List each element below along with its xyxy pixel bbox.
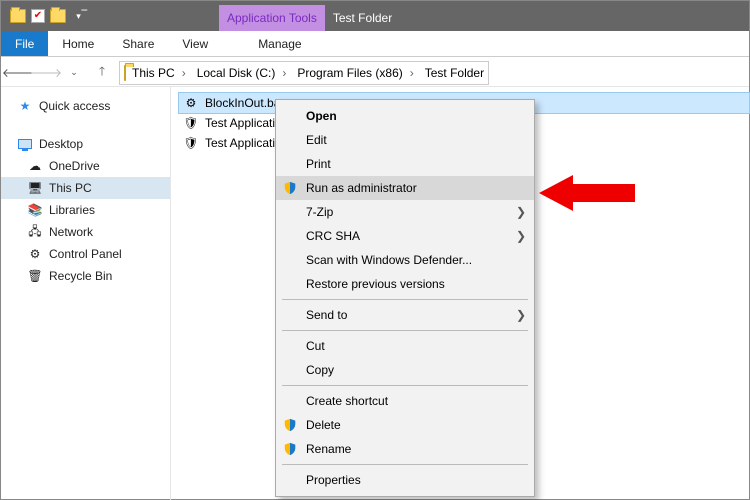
context-menu-item[interactable]: Properties — [276, 468, 534, 492]
nav-icon: ⚙ — [27, 246, 43, 262]
context-menu-item[interactable]: Delete — [276, 413, 534, 437]
breadcrumb-item[interactable]: This PC — [130, 66, 191, 80]
nav-item[interactable]: 📚 Libraries — [1, 199, 170, 221]
address-bar[interactable]: This PC Local Disk (C:) Program Files (x… — [119, 61, 489, 85]
shield-icon — [282, 180, 298, 196]
address-bar-row: 🡐 🡒 ⌄ 🡑 This PC Local Disk (C:) Program … — [1, 57, 749, 87]
nav-icon: 🖥 — [27, 180, 43, 196]
context-menu-item[interactable]: Restore previous versions — [276, 272, 534, 296]
nav-item[interactable]: 🖧 Network — [1, 221, 170, 243]
menu-label: Restore previous versions — [306, 277, 445, 291]
file-tab[interactable]: File — [1, 31, 48, 56]
back-button[interactable]: 🡐 — [7, 62, 29, 84]
title-bar: ✔ ▾− Application Tools Test Folder — [1, 1, 749, 31]
breadcrumb-item[interactable]: Local Disk (C:) — [195, 66, 292, 80]
context-menu: OpenEditPrintRun as administrator7-Zip❯C… — [275, 99, 535, 497]
context-menu-item[interactable]: Create shortcut — [276, 389, 534, 413]
menu-label: Copy — [306, 363, 334, 377]
menu-label: 7-Zip — [306, 205, 333, 219]
file-name: BlockInOut.bat — [205, 96, 284, 110]
recent-locations-dropdown[interactable]: ⌄ — [63, 62, 85, 84]
nav-label: Quick access — [39, 99, 110, 113]
shield-icon — [282, 441, 298, 457]
context-menu-item[interactable]: 7-Zip ❯ — [276, 200, 534, 224]
menu-label: Edit — [306, 133, 327, 147]
menu-label: CRC SHA — [306, 229, 360, 243]
contextual-tab-app-tools[interactable]: Application Tools — [219, 5, 325, 31]
nav-item[interactable]: ⚙ Control Panel — [1, 243, 170, 265]
menu-label: Scan with Windows Defender... — [306, 253, 472, 267]
menu-label: Delete — [306, 418, 341, 432]
breadcrumb-item[interactable]: Program Files (x86) — [295, 66, 418, 80]
menu-label: Open — [306, 109, 337, 123]
ribbon-tab-home[interactable]: Home — [48, 31, 108, 56]
menu-label: Rename — [306, 442, 351, 456]
nav-item[interactable]: 🖥 This PC — [1, 177, 170, 199]
navigation-pane: ★ Quick access Desktop ☁ OneDrive 🖥 This PC… — [1, 87, 171, 500]
nav-label: OneDrive — [49, 159, 100, 173]
chevron-right-icon: ❯ — [516, 308, 526, 322]
menu-label: Run as administrator — [306, 181, 417, 195]
context-menu-item[interactable]: CRC SHA ❯ — [276, 224, 534, 248]
file-icon: 🛡 — [183, 135, 199, 151]
context-menu-item[interactable]: Open — [276, 104, 534, 128]
context-menu-item[interactable]: Copy — [276, 358, 534, 382]
folder-icon — [7, 5, 29, 27]
context-menu-item[interactable]: Print — [276, 152, 534, 176]
file-icon: ⚙ — [183, 95, 199, 111]
nav-icon: ☁ — [27, 158, 43, 174]
nav-item[interactable]: ☁ OneDrive — [1, 155, 170, 177]
checkbox-icon[interactable]: ✔ — [31, 9, 45, 23]
nav-icon: 📚 — [27, 202, 43, 218]
context-menu-item[interactable]: Rename — [276, 437, 534, 461]
annotation-arrow — [539, 175, 635, 211]
nav-label: Control Panel — [49, 247, 122, 261]
chevron-right-icon: ❯ — [516, 229, 526, 243]
desktop-icon — [17, 136, 33, 152]
file-icon: 🛡 — [183, 115, 199, 131]
menu-label: Send to — [306, 308, 347, 322]
title-tabs: Application Tools Test Folder — [99, 1, 749, 31]
folder-icon — [124, 66, 126, 80]
nav-label: This PC — [49, 181, 92, 195]
context-menu-item[interactable]: Edit — [276, 128, 534, 152]
menu-label: Cut — [306, 339, 325, 353]
nav-icon: 🗑 — [27, 268, 43, 284]
ribbon-tab-share[interactable]: Share — [108, 31, 168, 56]
nav-item[interactable]: 🗑 Recycle Bin — [1, 265, 170, 287]
ribbon-tab-view[interactable]: View — [168, 31, 222, 56]
nav-quick-access[interactable]: ★ Quick access — [1, 95, 170, 117]
shield-icon — [282, 417, 298, 433]
breadcrumb-item[interactable]: Test Folder — [423, 66, 486, 80]
nav-desktop[interactable]: Desktop — [1, 133, 170, 155]
context-menu-item[interactable]: Scan with Windows Defender... — [276, 248, 534, 272]
nav-label: Network — [49, 225, 93, 239]
context-menu-item[interactable]: Cut — [276, 334, 534, 358]
chevron-right-icon: ❯ — [516, 205, 526, 219]
menu-label: Properties — [306, 473, 361, 487]
ribbon-tab-manage[interactable]: Manage — [242, 31, 317, 56]
nav-label: Libraries — [49, 203, 95, 217]
forward-button[interactable]: 🡒 — [35, 62, 57, 84]
nav-label: Desktop — [39, 137, 83, 151]
folder-icon — [47, 5, 69, 27]
context-menu-item[interactable]: Send to ❯ — [276, 303, 534, 327]
menu-label: Create shortcut — [306, 394, 388, 408]
qat-dropdown-icon[interactable]: ▾− — [71, 5, 93, 27]
nav-label: Recycle Bin — [49, 269, 112, 283]
quick-access-toolbar: ✔ ▾− — [1, 1, 99, 31]
nav-icon: 🖧 — [27, 224, 43, 240]
ribbon: File Home Share View Manage — [1, 31, 749, 57]
menu-label: Print — [306, 157, 331, 171]
up-button[interactable]: 🡑 — [91, 62, 113, 84]
context-menu-item[interactable]: Run as administrator — [276, 176, 534, 200]
star-icon: ★ — [17, 98, 33, 114]
window-title: Test Folder — [325, 5, 400, 31]
